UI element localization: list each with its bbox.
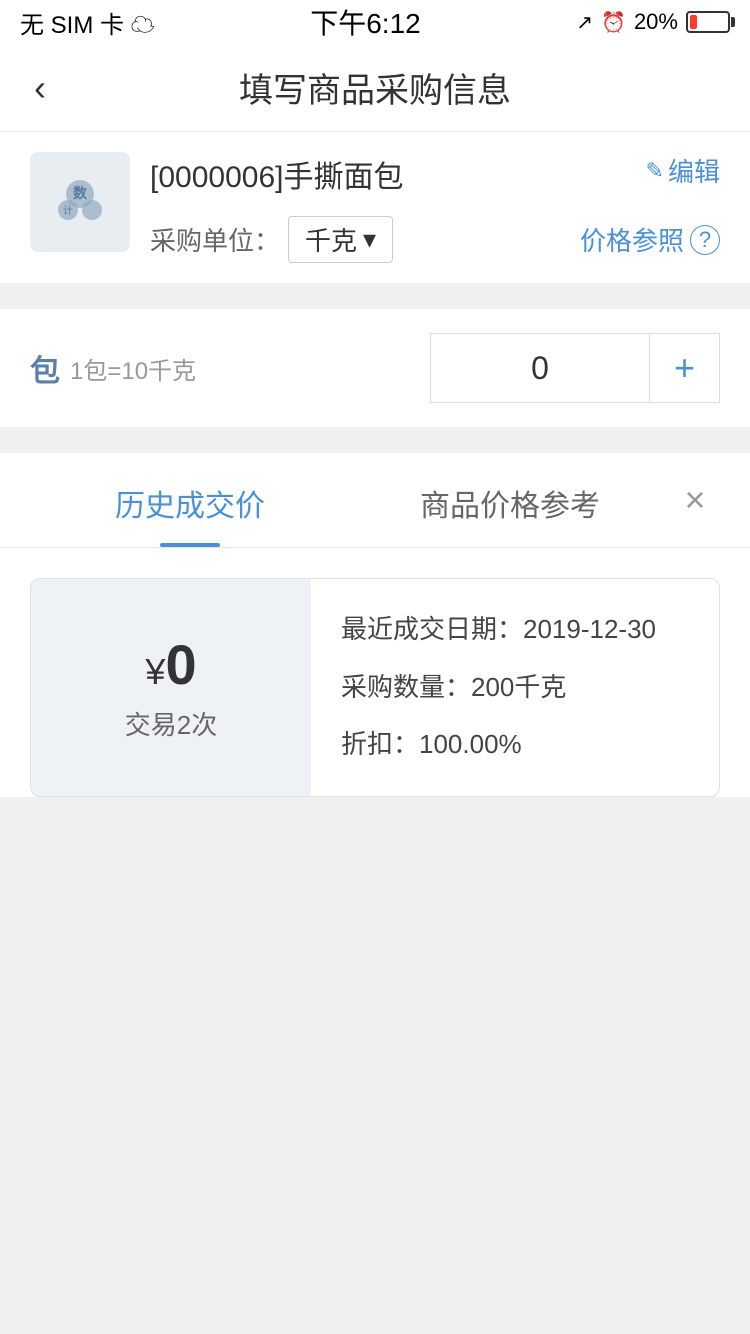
product-id: [0000006]	[150, 161, 283, 194]
trade-details: 最近成交日期：2019-12-30 采购数量：200千克 折扣：100.00%	[311, 579, 719, 796]
tabs-header: 历史成交价 商品价格参考 ×	[0, 453, 750, 548]
svg-text:计: 计	[63, 204, 73, 217]
product-section: 数 计 [0000006]手撕面包 ✎ 编辑 采购单位： 千克 ▾	[0, 132, 750, 283]
purchase-qty-row: 采购数量：200千克	[341, 667, 689, 709]
dropdown-arrow-icon: ▾	[363, 224, 376, 255]
unit-dropdown[interactable]: 千克 ▾	[288, 216, 393, 263]
unit-row: 采购单位： 千克 ▾ 价格参照 ?	[150, 216, 720, 263]
unit-hint: 1包=10千克	[70, 351, 196, 386]
price-ref-button[interactable]: 价格参照 ?	[580, 221, 720, 258]
quantity-label: 包 1包=10千克	[30, 346, 196, 390]
page-title: 填写商品采购信息	[239, 63, 511, 112]
battery-percent: 20%	[634, 9, 678, 35]
trade-count: 交易2次	[125, 705, 217, 742]
back-button[interactable]: ‹	[24, 57, 56, 119]
unit-text: 采购单位：	[150, 221, 280, 258]
trade-card: ¥0 交易2次 最近成交日期：2019-12-30 采购数量：200千克 折扣：…	[30, 578, 720, 797]
alarm-icon: ⏰	[601, 10, 626, 35]
battery-indicator	[686, 11, 730, 33]
trade-price-block: ¥0 交易2次	[31, 579, 311, 796]
edit-icon: ✎	[646, 158, 664, 184]
tabs-close-button[interactable]: ×	[670, 475, 720, 525]
quantity-control: +	[430, 333, 720, 403]
tab-history-price[interactable]: 历史成交价	[30, 453, 350, 547]
product-info: [0000006]手撕面包 ✎ 编辑 采购单位： 千克 ▾ 价格参照 ?	[150, 152, 720, 263]
recent-date-value: 2019-12-30	[523, 614, 656, 644]
recent-date-label: 最近成交日期：	[341, 614, 523, 644]
svg-text:数: 数	[73, 185, 88, 201]
product-logo-icon: 数 计	[50, 172, 110, 232]
location-icon: ↗	[576, 10, 593, 35]
increment-button[interactable]: +	[650, 333, 720, 403]
product-card: 数 计 [0000006]手撕面包 ✎ 编辑 采购单位： 千克 ▾	[30, 152, 720, 263]
status-left: 无 SIM 卡 ☁	[20, 5, 155, 40]
price-value: 0	[165, 633, 196, 696]
recent-date-row: 最近成交日期：2019-12-30	[341, 609, 689, 651]
product-title: 手撕面包	[283, 161, 403, 194]
tabs-section: 历史成交价 商品价格参考 × ¥0 交易2次 最近成交日期：2019-12-30…	[0, 453, 750, 797]
section-divider-2	[0, 439, 750, 453]
status-right: ↗ ⏰ 20%	[576, 9, 730, 35]
discount-label: 折扣：	[341, 729, 419, 759]
unit-label: 采购单位： 千克 ▾	[150, 216, 393, 263]
price-ref-label: 价格参照	[580, 221, 684, 258]
status-bar: 无 SIM 卡 ☁ 下午6:12 ↗ ⏰ 20%	[0, 0, 750, 44]
navigation-bar: ‹ 填写商品采购信息	[0, 44, 750, 132]
help-icon: ?	[690, 225, 720, 255]
purchase-qty-label: 采购数量：	[341, 672, 471, 702]
bag-icon: 包	[30, 346, 60, 390]
product-image: 数 计	[30, 152, 130, 252]
unit-value: 千克	[305, 221, 357, 258]
product-name: [0000006]手撕面包	[150, 152, 403, 196]
trade-price: ¥0	[145, 632, 196, 697]
purchase-qty-value: 200千克	[471, 672, 566, 702]
product-header: [0000006]手撕面包 ✎ 编辑	[150, 152, 720, 196]
quantity-input[interactable]	[430, 333, 650, 403]
tab-product-price-ref[interactable]: 商品价格参考	[350, 453, 670, 547]
status-time: 下午6:12	[310, 2, 421, 42]
edit-label: 编辑	[668, 152, 720, 189]
currency-symbol: ¥	[145, 651, 165, 692]
section-divider	[0, 295, 750, 309]
quantity-row: 包 1包=10千克 +	[0, 309, 750, 427]
discount-row: 折扣：100.00%	[341, 724, 689, 766]
discount-value: 100.00%	[419, 729, 522, 759]
sim-status: 无 SIM 卡 ☁	[20, 5, 155, 40]
edit-button[interactable]: ✎ 编辑	[646, 152, 720, 189]
